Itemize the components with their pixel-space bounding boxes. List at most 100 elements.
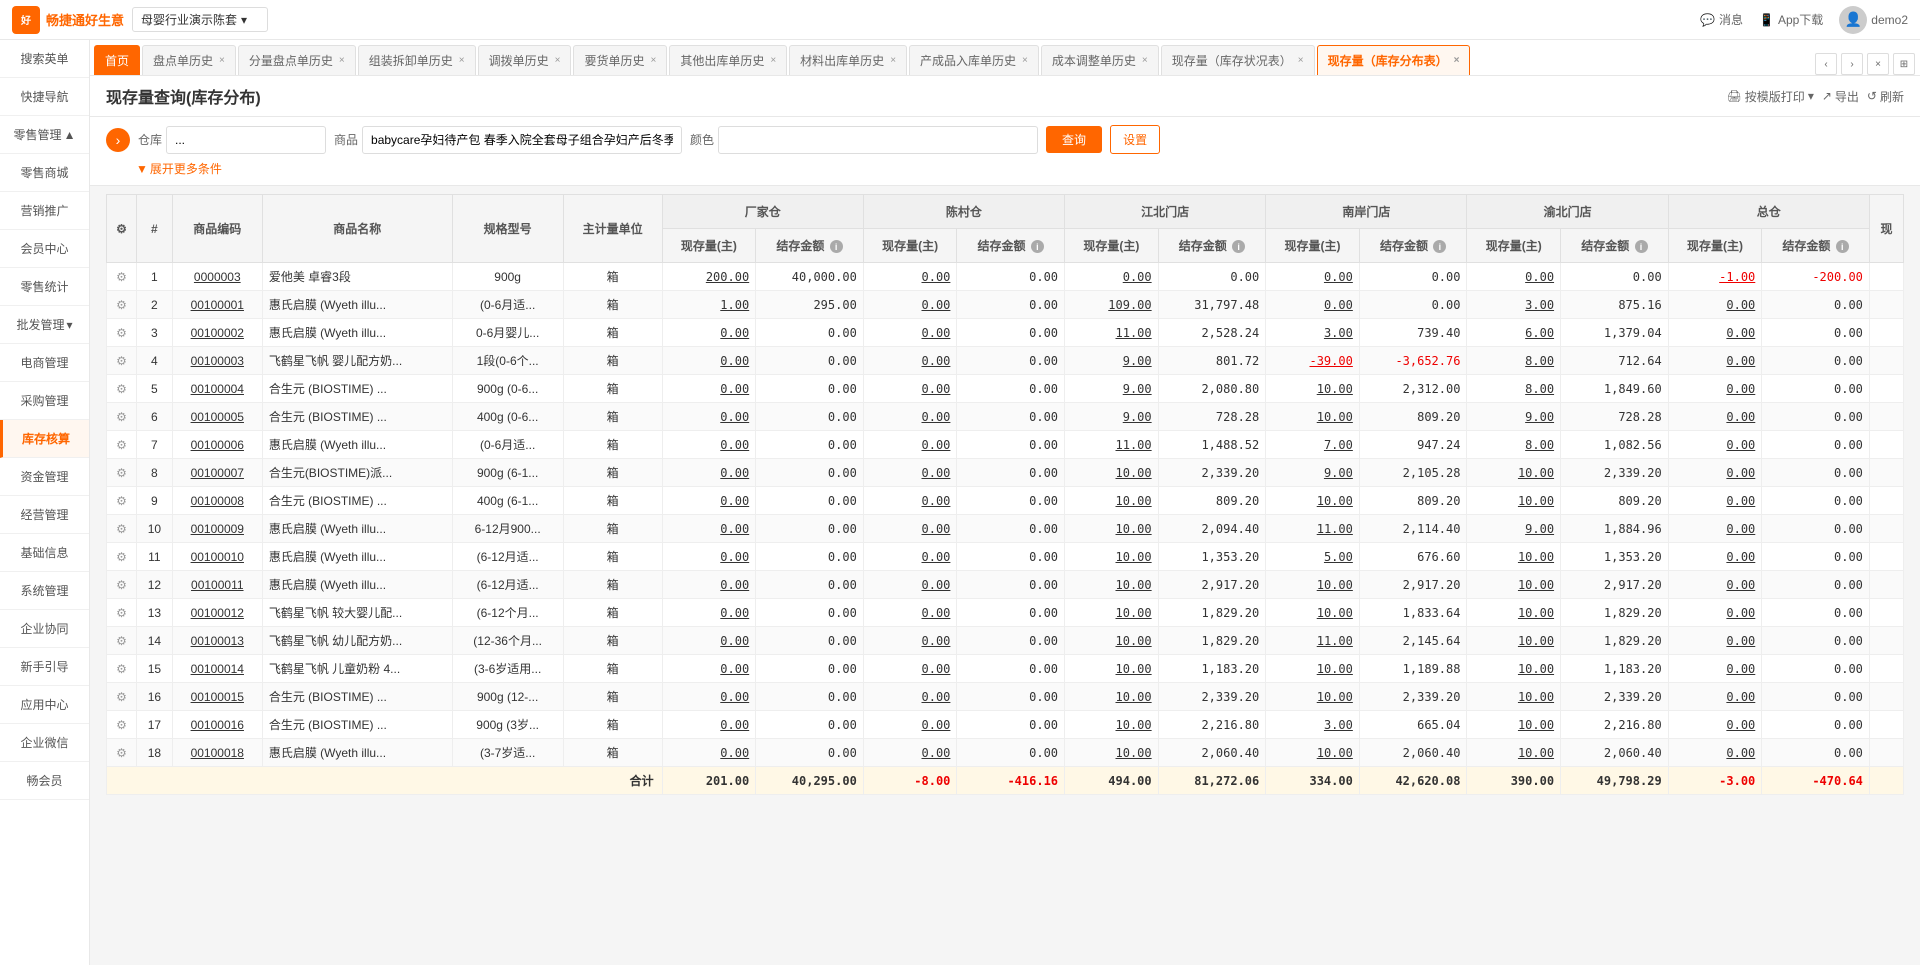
row-total-stock[interactable]: 0.00 (1668, 683, 1762, 711)
row-fw-stock[interactable]: 1.00 (662, 291, 756, 319)
close-tab-icon[interactable]: × (339, 55, 345, 66)
row-code[interactable]: 00100006 (172, 431, 262, 459)
row-total-stock[interactable]: 0.00 (1668, 319, 1762, 347)
tab-material-outbound-history[interactable]: 材料出库单历史 × (789, 45, 907, 75)
row-fw-stock[interactable]: 0.00 (662, 627, 756, 655)
sidebar-item-enterprise[interactable]: 企业协同 (0, 610, 89, 648)
row-yb-stock[interactable]: 10.00 (1467, 487, 1561, 515)
row-na-stock[interactable]: 10.00 (1266, 571, 1360, 599)
row-code[interactable]: 00100009 (172, 515, 262, 543)
sidebar-item-marketing[interactable]: 营销推广 (0, 192, 89, 230)
row-cv-stock[interactable]: 0.00 (863, 515, 957, 543)
row-code[interactable]: 00100013 (172, 627, 262, 655)
row-fw-stock[interactable]: 0.00 (662, 459, 756, 487)
row-gear[interactable]: ⚙ (107, 515, 137, 543)
row-code[interactable]: 00100018 (172, 739, 262, 767)
row-total-stock[interactable]: 0.00 (1668, 347, 1762, 375)
row-cv-stock[interactable]: 0.00 (863, 431, 957, 459)
row-fw-stock[interactable]: 0.00 (662, 375, 756, 403)
row-jb-stock[interactable]: 0.00 (1065, 263, 1159, 291)
row-jb-stock[interactable]: 10.00 (1065, 627, 1159, 655)
row-jb-stock[interactable]: 9.00 (1065, 403, 1159, 431)
row-total-stock[interactable]: 0.00 (1668, 599, 1762, 627)
row-yb-stock[interactable]: 10.00 (1467, 683, 1561, 711)
row-cv-stock[interactable]: 0.00 (863, 711, 957, 739)
refresh-btn[interactable]: ↺ 刷新 (1867, 88, 1904, 105)
tab-expand-btn[interactable]: ⊞ (1893, 53, 1915, 75)
row-yb-stock[interactable]: 10.00 (1467, 627, 1561, 655)
row-cv-stock[interactable]: 0.00 (863, 683, 957, 711)
close-tab-icon[interactable]: × (1298, 55, 1304, 66)
row-yb-stock[interactable]: 9.00 (1467, 515, 1561, 543)
row-total-stock[interactable]: 0.00 (1668, 431, 1762, 459)
row-gear[interactable]: ⚙ (107, 431, 137, 459)
row-total-stock[interactable]: 0.00 (1668, 655, 1762, 683)
row-code[interactable]: 00100015 (172, 683, 262, 711)
sidebar-item-inventory[interactable]: 库存核算 (0, 420, 89, 458)
row-total-stock[interactable]: 0.00 (1668, 543, 1762, 571)
tab-assemble-history[interactable]: 组装拆卸单历史 × (358, 45, 476, 75)
row-gear[interactable]: ⚙ (107, 319, 137, 347)
print-btn[interactable]: 🖨 按模版打印 ▾ (1727, 88, 1814, 105)
row-yb-stock[interactable]: 6.00 (1467, 319, 1561, 347)
sidebar-item-search[interactable]: 搜索英单 (0, 40, 89, 78)
sidebar-item-newbie[interactable]: 新手引导 (0, 648, 89, 686)
row-fw-stock[interactable]: 0.00 (662, 487, 756, 515)
close-tab-icon[interactable]: × (1022, 55, 1028, 66)
row-code[interactable]: 00100002 (172, 319, 262, 347)
row-yb-stock[interactable]: 9.00 (1467, 403, 1561, 431)
row-total-stock[interactable]: 0.00 (1668, 739, 1762, 767)
row-jb-stock[interactable]: 10.00 (1065, 739, 1159, 767)
row-jb-stock[interactable]: 11.00 (1065, 319, 1159, 347)
row-fw-stock[interactable]: 0.00 (662, 655, 756, 683)
settings-btn[interactable]: 设置 (1110, 125, 1160, 154)
row-cv-stock[interactable]: 0.00 (863, 403, 957, 431)
row-gear[interactable]: ⚙ (107, 739, 137, 767)
close-tab-icon[interactable]: × (770, 55, 776, 66)
row-na-stock[interactable]: 7.00 (1266, 431, 1360, 459)
tab-close-all-btn[interactable]: × (1867, 53, 1889, 75)
query-btn[interactable]: 查询 (1046, 126, 1102, 153)
row-jb-stock[interactable]: 10.00 (1065, 655, 1159, 683)
row-fw-stock[interactable]: 0.00 (662, 739, 756, 767)
close-tab-icon[interactable]: × (1142, 55, 1148, 66)
row-yb-stock[interactable]: 10.00 (1467, 571, 1561, 599)
row-fw-stock[interactable]: 0.00 (662, 571, 756, 599)
row-fw-stock[interactable]: 0.00 (662, 431, 756, 459)
row-code[interactable]: 00100014 (172, 655, 262, 683)
expand-conditions-btn[interactable]: ▼ 展开更多条件 (136, 160, 1904, 177)
row-yb-stock[interactable]: 10.00 (1467, 459, 1561, 487)
row-fw-stock[interactable]: 0.00 (662, 347, 756, 375)
sidebar-item-member[interactable]: 会员中心 (0, 230, 89, 268)
tab-requisition-history[interactable]: 要货单历史 × (573, 45, 667, 75)
row-fw-stock[interactable]: 0.00 (662, 319, 756, 347)
row-gear[interactable]: ⚙ (107, 291, 137, 319)
row-code[interactable]: 00100003 (172, 347, 262, 375)
tab-home[interactable]: 首页 (94, 45, 140, 75)
row-cv-stock[interactable]: 0.00 (863, 375, 957, 403)
row-fw-stock[interactable]: 0.00 (662, 711, 756, 739)
export-btn[interactable]: ↗ 导出 (1822, 88, 1859, 105)
row-na-stock[interactable]: 0.00 (1266, 291, 1360, 319)
yb-info-icon[interactable]: i (1635, 240, 1648, 253)
user-area[interactable]: 👤 demo2 (1839, 6, 1908, 34)
row-cv-stock[interactable]: 0.00 (863, 627, 957, 655)
row-jb-stock[interactable]: 11.00 (1065, 431, 1159, 459)
close-tab-icon[interactable]: × (459, 55, 465, 66)
row-code[interactable]: 00100008 (172, 487, 262, 515)
row-total-stock[interactable]: 0.00 (1668, 459, 1762, 487)
color-input[interactable] (718, 126, 1038, 154)
row-gear[interactable]: ⚙ (107, 571, 137, 599)
row-gear[interactable]: ⚙ (107, 599, 137, 627)
tab-other-outbound-history[interactable]: 其他出库单历史 × (669, 45, 787, 75)
row-total-stock[interactable]: 0.00 (1668, 711, 1762, 739)
row-cv-stock[interactable]: 0.00 (863, 739, 957, 767)
row-jb-stock[interactable]: 10.00 (1065, 599, 1159, 627)
row-gear[interactable]: ⚙ (107, 263, 137, 291)
row-yb-stock[interactable]: 10.00 (1467, 543, 1561, 571)
app-download-btn[interactable]: 📱 App下载 (1759, 11, 1823, 28)
sidebar-item-retail-stat[interactable]: 零售统计 (0, 268, 89, 306)
row-na-stock[interactable]: 10.00 (1266, 739, 1360, 767)
row-gear[interactable]: ⚙ (107, 543, 137, 571)
row-na-stock[interactable]: 10.00 (1266, 487, 1360, 515)
